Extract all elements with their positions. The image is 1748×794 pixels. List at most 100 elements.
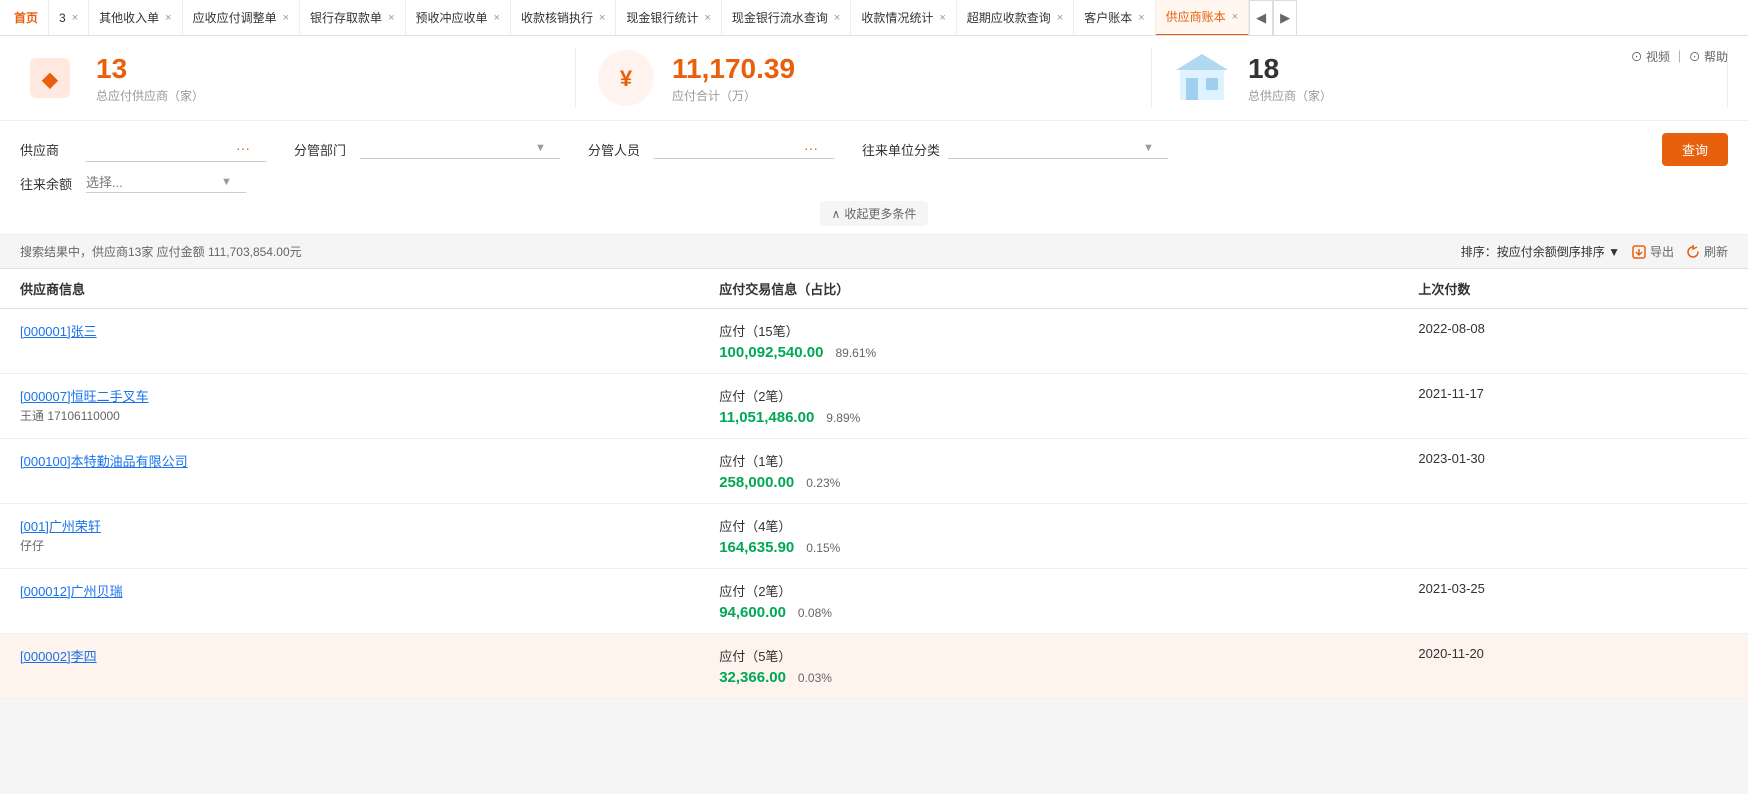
close-icon[interactable]: ×: [704, 12, 710, 24]
nav-tab-customer-ledger[interactable]: 客户账本 ×: [1074, 0, 1155, 36]
col-header-last-payment: 上次付数: [1398, 269, 1748, 309]
payable-percent: 0.03%: [798, 671, 832, 685]
balance-filter-label: 往来余额: [20, 174, 80, 193]
payable-info-cell: 应付（2笔）11,051,486.009.89%: [699, 374, 1398, 439]
supplier-link[interactable]: [000007]恒旺二手叉车: [20, 389, 149, 404]
nav-tab-3[interactable]: 3 ×: [49, 0, 89, 36]
table-header-row: 供应商信息 应付交易信息（占比） 上次付数: [0, 269, 1748, 309]
table-row: [000100]本特勤油品有限公司应付（1笔）258,000.000.23%20…: [0, 439, 1748, 504]
export-icon: [1632, 245, 1646, 259]
supplier-link[interactable]: [000100]本特勤油品有限公司: [20, 454, 188, 469]
nav-tab-other-income[interactable]: 其他收入单 ×: [89, 0, 182, 36]
help-link[interactable]: ⊙ 帮助: [1689, 50, 1728, 64]
last-payment-cell: 2021-11-17: [1398, 374, 1748, 439]
close-icon[interactable]: ×: [388, 12, 394, 24]
table-row: [000007]恒旺二手叉车王通 17106110000应付（2笔）11,051…: [0, 374, 1748, 439]
total-suppliers-label: 总供应商（家）: [1248, 87, 1332, 104]
collapse-icon: ∧: [832, 207, 841, 221]
manager-input[interactable]: [654, 141, 804, 156]
supplier-sub-info: 王通 17106110000: [20, 407, 679, 424]
store-icon: [1172, 48, 1232, 108]
payable-amount[interactable]: 100,092,540.00: [719, 344, 823, 361]
sort-icon: ▼: [1608, 245, 1620, 259]
payable-percent: 0.23%: [806, 476, 840, 490]
close-icon[interactable]: ×: [1138, 12, 1144, 24]
sort-selector[interactable]: 排序：按应付余额倒序排序 ▼: [1461, 243, 1620, 260]
filter-item-category: 往来单位分类 ▼: [862, 140, 1168, 159]
payable-info-cell: 应付（5笔）32,366.000.03%: [699, 634, 1398, 699]
close-icon[interactable]: ×: [165, 12, 171, 24]
nav-tab-bank[interactable]: 银行存取款单 ×: [300, 0, 405, 36]
payable-total-label: 应付合计（万）: [672, 87, 795, 104]
payable-percent: 0.15%: [806, 541, 840, 555]
nav-next-button[interactable]: ▶: [1273, 0, 1297, 36]
close-icon[interactable]: ×: [1232, 11, 1238, 23]
results-summary: 搜索结果中，供应商13家 应付金额 111,703,854.00元: [20, 243, 302, 260]
payable-count: 应付（1笔）: [719, 451, 1378, 470]
supplier-info-cell: [000002]李四: [0, 634, 699, 699]
nav-prev-button[interactable]: ◀: [1249, 0, 1273, 36]
nav-tab-cash-flow[interactable]: 现金银行流水查询 ×: [722, 0, 851, 36]
balance-dropdown-icon[interactable]: ▼: [221, 176, 232, 188]
total-suppliers-number: 18: [1248, 53, 1332, 85]
nav-tab-prepayment[interactable]: 预收冲应收单 ×: [406, 0, 511, 36]
category-input[interactable]: [948, 141, 1143, 156]
payable-amount[interactable]: 258,000.00: [719, 474, 794, 491]
dept-input[interactable]: [360, 141, 535, 156]
payable-total-number: 11,170.39: [672, 53, 795, 85]
payable-amount[interactable]: 11,051,486.00: [719, 409, 814, 426]
supplier-link[interactable]: [000002]李四: [20, 649, 97, 664]
filter-item-dept: 分管部门 ▼: [294, 140, 560, 159]
supplier-info-cell: [001]广州荣轩仔仔: [0, 504, 699, 569]
stat-payable-suppliers: ◆ 13 总应付供应商（家）: [20, 48, 576, 108]
supplier-info-cell: [000007]恒旺二手叉车王通 17106110000: [0, 374, 699, 439]
supplier-filter-label: 供应商: [20, 140, 80, 159]
supplier-link[interactable]: [001]广州荣轩: [20, 519, 101, 534]
svg-text:¥: ¥: [620, 66, 633, 91]
payable-suppliers-label: 总应付供应商（家）: [96, 87, 204, 104]
nav-tab-home[interactable]: 首页: [4, 0, 49, 36]
nav-tab-cash-stats[interactable]: 现金银行统计 ×: [616, 0, 721, 36]
filter-item-supplier: 供应商 ···: [20, 138, 266, 162]
nav-tab-supplier-ledger[interactable]: 供应商账本 ×: [1156, 0, 1249, 36]
payable-info-cell: 应付（2笔）94,600.000.08%: [699, 569, 1398, 634]
query-button[interactable]: 查询: [1662, 133, 1728, 166]
close-icon[interactable]: ×: [72, 12, 78, 24]
close-icon[interactable]: ×: [1057, 12, 1063, 24]
supplier-link[interactable]: [000001]张三: [20, 324, 97, 339]
close-icon[interactable]: ×: [599, 12, 605, 24]
close-icon[interactable]: ×: [939, 12, 945, 24]
top-right-links: ⊙ 视频 ｜ ⊙ 帮助: [1631, 48, 1728, 65]
supplier-input[interactable]: [86, 138, 236, 159]
refresh-button[interactable]: 刷新: [1686, 243, 1728, 260]
nav-tab-collection-stats[interactable]: 收款情况统计 ×: [851, 0, 956, 36]
video-link[interactable]: ⊙ 视频: [1631, 50, 1670, 64]
table-row: [001]广州荣轩仔仔应付（4笔）164,635.900.15%: [0, 504, 1748, 569]
svg-text:◆: ◆: [41, 69, 58, 91]
results-actions: 排序：按应付余额倒序排序 ▼ 导出 刷新: [1461, 243, 1728, 260]
export-button[interactable]: 导出: [1632, 243, 1674, 260]
dept-dropdown-icon[interactable]: ▼: [535, 142, 546, 154]
last-payment-cell: [1398, 504, 1748, 569]
filter-item-balance: 往来余额 ▼: [20, 174, 246, 193]
supplier-sub-info: 仔仔: [20, 537, 679, 554]
close-icon[interactable]: ×: [834, 12, 840, 24]
manager-more-icon[interactable]: ···: [804, 140, 818, 156]
supplier-more-icon[interactable]: ···: [236, 140, 250, 156]
close-icon[interactable]: ×: [494, 12, 500, 24]
close-icon[interactable]: ×: [283, 12, 289, 24]
payable-count: 应付（15笔）: [719, 321, 1378, 340]
payable-amount[interactable]: 32,366.00: [719, 669, 786, 686]
collapse-button[interactable]: ∧ 收起更多条件: [820, 201, 929, 226]
payable-suppliers-number: 13: [96, 53, 204, 85]
supplier-link[interactable]: [000012]广州贝瑞: [20, 584, 123, 599]
supplier-info-cell: [000001]张三: [0, 309, 699, 374]
table-row: [000001]张三应付（15笔）100,092,540.0089.61%202…: [0, 309, 1748, 374]
payable-amount[interactable]: 94,600.00: [719, 604, 786, 621]
payable-amount[interactable]: 164,635.90: [719, 539, 794, 556]
nav-tab-adjustment[interactable]: 应收应付调整单 ×: [183, 0, 300, 36]
category-dropdown-icon[interactable]: ▼: [1143, 142, 1154, 154]
balance-input[interactable]: [86, 175, 221, 190]
nav-tab-collection[interactable]: 收款核销执行 ×: [511, 0, 616, 36]
nav-tab-overdue[interactable]: 超期应收款查询 ×: [957, 0, 1074, 36]
